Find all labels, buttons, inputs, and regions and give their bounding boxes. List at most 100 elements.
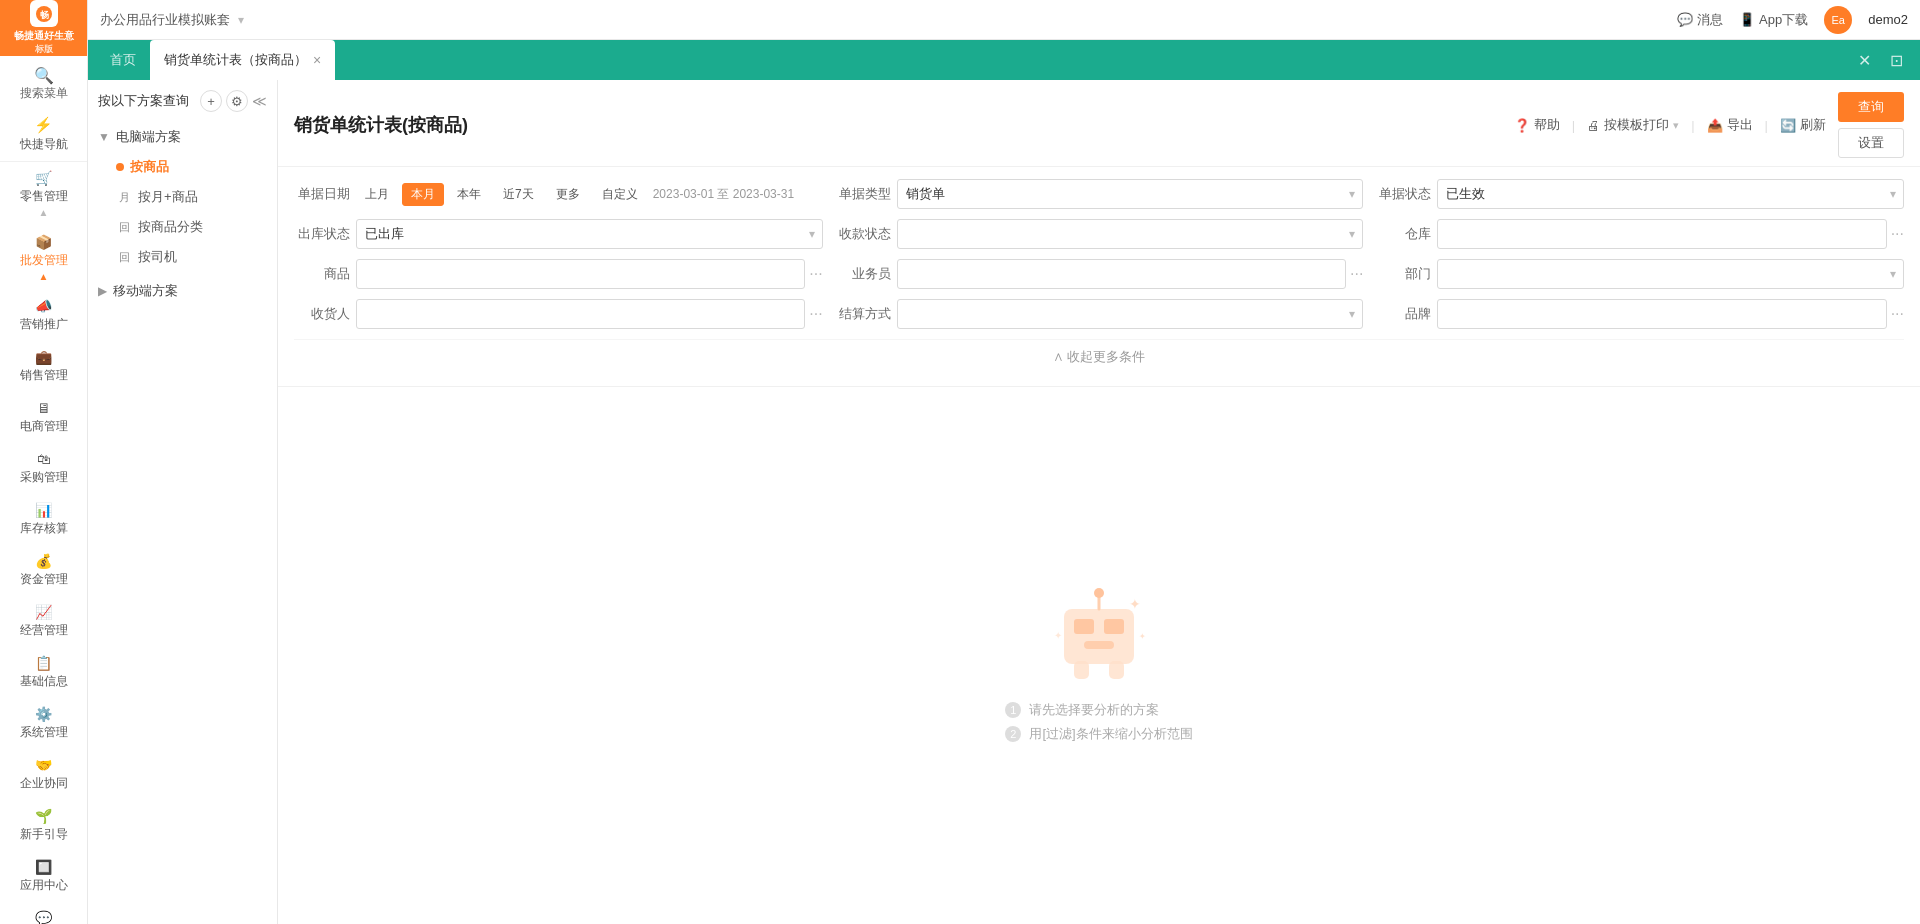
- receiver-input[interactable]: [356, 299, 805, 329]
- sidebar: 畅 畅捷通好生意 标版 🔍 搜索菜单 ⚡ 快捷导航 🛒 零售管理 ▲ 📦 批发管…: [0, 0, 88, 924]
- sidebar-item-basic[interactable]: 📋 基础信息: [0, 647, 87, 698]
- tab-sales-report[interactable]: 销货单统计表（按商品） ×: [150, 40, 335, 80]
- date-last-month[interactable]: 上月: [356, 183, 398, 206]
- sidebar-item-finance[interactable]: 💰 资金管理: [0, 545, 87, 596]
- help-btn[interactable]: ❓ 帮助: [1514, 116, 1560, 134]
- warehouse-dots-btn[interactable]: ···: [1891, 225, 1904, 243]
- username-label[interactable]: demo2: [1868, 12, 1908, 27]
- svg-point-7: [1094, 588, 1104, 598]
- scheme-panel: 按以下方案查询 + ⚙ ≪ ▼ 电脑端方案 按商品: [88, 80, 278, 924]
- query-button[interactable]: 查询: [1838, 92, 1904, 122]
- window-maximize-btn[interactable]: ⊡: [1884, 48, 1908, 72]
- empty-tip-1: 1 请先选择要分析的方案: [1005, 701, 1192, 719]
- sidebar-item-wholesale[interactable]: 📦 批发管理 ▲: [0, 226, 87, 290]
- svg-rect-4: [1104, 619, 1124, 634]
- salesman-dots-btn[interactable]: ···: [1350, 265, 1363, 283]
- date-custom[interactable]: 自定义: [593, 183, 647, 206]
- page-titlebar: 销货单统计表(按商品) ❓ 帮助 | 🖨 按模板打印 ▾ | 📤: [278, 80, 1920, 167]
- sidebar-item-ecommerce[interactable]: 🖥 电商管理: [0, 392, 87, 443]
- tab-home[interactable]: 首页: [96, 40, 150, 80]
- settings-button[interactable]: 设置: [1838, 128, 1904, 158]
- scheme-icon-category: 回: [116, 219, 132, 235]
- sidebar-item-marketing[interactable]: 📣 营销推广: [0, 290, 87, 341]
- salesman-input[interactable]: [897, 259, 1346, 289]
- sidebar-item-appstore[interactable]: 🔲 应用中心: [0, 851, 87, 902]
- filter-row-1: 单据日期 上月 本月 本年 近7天 更多 自定义 2023-03-01 至 20…: [294, 179, 1904, 209]
- receiver-dots-btn[interactable]: ···: [809, 305, 822, 323]
- scheme-item-by-category[interactable]: 回 按商品分类: [88, 212, 277, 242]
- scheme-item-by-month-goods[interactable]: 月 按月+商品: [88, 182, 277, 212]
- content-area: 按以下方案查询 + ⚙ ≪ ▼ 电脑端方案 按商品: [88, 80, 1920, 924]
- department-dropdown[interactable]: [1437, 259, 1904, 289]
- goods-dots-btn[interactable]: ···: [809, 265, 822, 283]
- scheme-add-btn[interactable]: +: [200, 90, 222, 112]
- filter-docstatus-field: 单据状态 已生效 ▾: [1375, 179, 1904, 209]
- outstatus-dropdown[interactable]: 已出库: [356, 219, 823, 249]
- page-title: 销货单统计表(按商品): [294, 113, 1514, 137]
- brand-input[interactable]: [1437, 299, 1886, 329]
- sidebar-item-enterprise-wechat[interactable]: 💬 企业微信: [0, 902, 87, 924]
- date-this-year[interactable]: 本年: [448, 183, 490, 206]
- sidebar-item-collaboration[interactable]: 🤝 企业协同: [0, 749, 87, 800]
- warehouse-label: 仓库: [1375, 225, 1431, 243]
- date-filter: 上月 本月 本年 近7天 更多 自定义 2023-03-01 至 2023-03…: [356, 183, 823, 206]
- logo-icon: 畅: [30, 0, 58, 27]
- date-more[interactable]: 更多: [547, 183, 589, 206]
- scheme-header-label: 按以下方案查询: [98, 92, 194, 110]
- scheme-settings-btn[interactable]: ⚙: [226, 90, 248, 112]
- scheme-item-by-driver[interactable]: 回 按司机: [88, 242, 277, 272]
- doctype-dropdown[interactable]: 销货单: [897, 179, 1364, 209]
- date-7days[interactable]: 近7天: [494, 183, 543, 206]
- tabbar: 首页 销货单统计表（按商品） × ✕ ⊡: [88, 40, 1920, 80]
- brand-dots-btn[interactable]: ···: [1891, 305, 1904, 323]
- date-this-month[interactable]: 本月: [402, 183, 444, 206]
- scheme-icon-month: 月: [116, 189, 132, 205]
- scheme-item-label: 按商品分类: [138, 218, 203, 236]
- svg-rect-3: [1074, 619, 1094, 634]
- docstatus-dropdown[interactable]: 已生效: [1437, 179, 1904, 209]
- user-avatar[interactable]: Ea: [1824, 6, 1852, 34]
- workspace-title[interactable]: 办公用品行业模拟账套: [100, 11, 230, 29]
- message-btn[interactable]: 💬 消息: [1677, 11, 1723, 29]
- sidebar-item-sales[interactable]: 💼 销售管理: [0, 341, 87, 392]
- workspace-dropdown-icon: ▾: [238, 13, 244, 27]
- sidebar-item-inventory[interactable]: 📊 库存核算: [0, 494, 87, 545]
- app-logo[interactable]: 畅 畅捷通好生意 标版: [0, 0, 88, 56]
- goods-dropdown-wrapper: ···: [356, 259, 823, 289]
- refresh-btn[interactable]: 🔄 刷新: [1780, 116, 1826, 134]
- collectstatus-label: 收款状态: [835, 225, 891, 243]
- sidebar-item-quicknav[interactable]: ⚡ 快捷导航: [0, 108, 87, 161]
- sidebar-item-retail[interactable]: 🛒 零售管理 ▲: [0, 162, 87, 226]
- sidebar-item-search[interactable]: 🔍 搜索菜单: [0, 56, 87, 108]
- sidebar-item-system[interactable]: ⚙️ 系统管理: [0, 698, 87, 749]
- warehouse-input[interactable]: [1437, 219, 1886, 249]
- docstatus-arrow-icon: ▾: [1890, 187, 1896, 201]
- svg-text:✦: ✦: [1139, 632, 1146, 641]
- scheme-group-pc-header[interactable]: ▼ 电脑端方案: [88, 122, 277, 152]
- sidebar-item-purchase[interactable]: 🛍 采购管理: [0, 443, 87, 494]
- payment-dropdown[interactable]: [897, 299, 1364, 329]
- collectstatus-dropdown[interactable]: [897, 219, 1364, 249]
- goods-input[interactable]: [356, 259, 805, 289]
- scheme-collapse-btn[interactable]: ≪: [252, 93, 267, 109]
- tab-close-btn[interactable]: ×: [313, 53, 321, 67]
- scheme-group-pc-label: 电脑端方案: [116, 128, 181, 146]
- collapse-more-btn[interactable]: ∧ 收起更多条件: [294, 339, 1904, 374]
- phone-icon: 📱: [1739, 12, 1755, 27]
- filter-receiver-field: 收货人 ···: [294, 299, 823, 329]
- export-btn[interactable]: 📤 导出: [1707, 116, 1753, 134]
- print-btn[interactable]: 🖨 按模板打印 ▾: [1587, 116, 1679, 134]
- sidebar-item-operations[interactable]: 📈 经营管理: [0, 596, 87, 647]
- window-close-btn[interactable]: ✕: [1852, 48, 1876, 72]
- group-arrow-icon: ▼: [98, 130, 110, 144]
- scheme-item-by-goods[interactable]: 按商品: [88, 152, 277, 182]
- scheme-group-mobile-header[interactable]: ▶ 移动端方案: [88, 276, 277, 306]
- filter-payment-field: 结算方式 ▾: [835, 299, 1364, 329]
- scheme-item-label: 按司机: [138, 248, 177, 266]
- payment-arrow-icon: ▾: [1349, 307, 1355, 321]
- app-download-btn[interactable]: 📱 App下载: [1739, 11, 1808, 29]
- scheme-icon-driver: 回: [116, 249, 132, 265]
- filter-salesman-field: 业务员 ···: [835, 259, 1364, 289]
- sidebar-item-beginner[interactable]: 🌱 新手引导: [0, 800, 87, 851]
- group-mobile-arrow-icon: ▶: [98, 284, 107, 298]
